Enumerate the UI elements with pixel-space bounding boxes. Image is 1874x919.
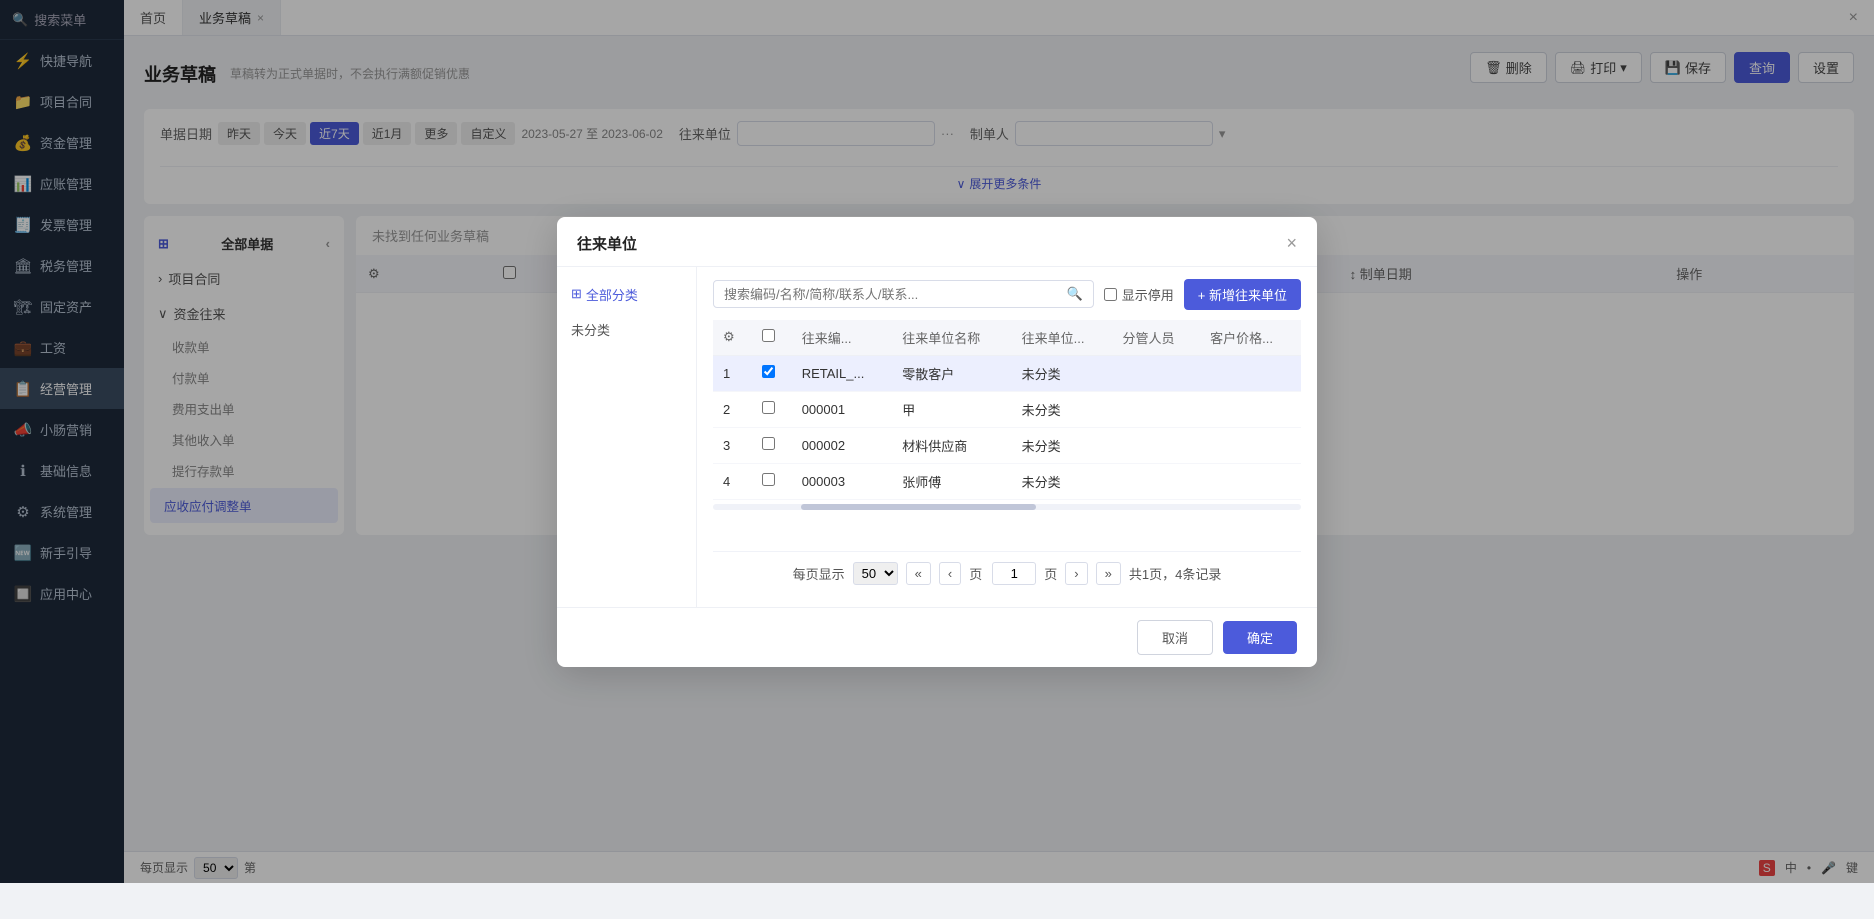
confirm-button[interactable]: 确定 (1223, 621, 1297, 654)
row-num: 4 (713, 463, 752, 499)
dlg-col-checkbox[interactable] (752, 320, 792, 356)
partner-dialog: 往来单位 × ⊞ 全部分类 未分类 🔍 (557, 217, 1317, 667)
dialog-toolbar: 🔍 显示停用 + 新增往来单位 (713, 279, 1301, 310)
row-name: 甲 (892, 391, 1011, 427)
row-num: 3 (713, 427, 752, 463)
dialog-table-wrap: ⚙ 往来编... 往来单位名称 往来单位... 分管人员 客户价格... 1 R… (713, 320, 1301, 551)
dialog-sidebar-uncategorized[interactable]: 未分类 (557, 312, 696, 347)
dlg-col-manager: 分管人员 (1112, 320, 1200, 356)
table-row[interactable]: 2 000001 甲 未分类 (713, 391, 1301, 427)
row-code: 000002 (792, 427, 893, 463)
cancel-button[interactable]: 取消 (1137, 620, 1213, 655)
row-name: 零散客户 (892, 355, 1011, 391)
row-price (1200, 463, 1301, 499)
dlg-col-category: 往来单位... (1012, 320, 1113, 356)
dialog-all-category[interactable]: ⊞ 全部分类 (557, 277, 696, 312)
row-price (1200, 355, 1301, 391)
row-category: 未分类 (1012, 463, 1113, 499)
search-icon: 🔍 (1067, 286, 1083, 302)
row-category: 未分类 (1012, 355, 1113, 391)
page-prev-btn[interactable]: ‹ (939, 562, 961, 585)
row-num: 2 (713, 391, 752, 427)
row-price (1200, 427, 1301, 463)
dialog-sidebar: ⊞ 全部分类 未分类 (557, 267, 697, 607)
dialog-overlay: 往来单位 × ⊞ 全部分类 未分类 🔍 (0, 0, 1874, 883)
row-name: 材料供应商 (892, 427, 1011, 463)
dialog-main: 🔍 显示停用 + 新增往来单位 ⚙ (697, 267, 1317, 607)
table-row[interactable]: 4 000003 张师傅 未分类 (713, 463, 1301, 499)
dlg-col-settings[interactable]: ⚙ (713, 320, 752, 356)
row-num: 1 (713, 355, 752, 391)
row-checkbox[interactable] (752, 427, 792, 463)
row-manager (1112, 391, 1200, 427)
dlg-col-price: 客户价格... (1200, 320, 1301, 356)
row-manager (1112, 427, 1200, 463)
row-checkbox[interactable] (752, 355, 792, 391)
row-checkbox[interactable] (752, 463, 792, 499)
dialog-title: 往来单位 (577, 233, 637, 254)
row-manager (1112, 355, 1200, 391)
dialog-header: 往来单位 × (557, 217, 1317, 267)
table-row[interactable]: 1 RETAIL_... 零散客户 未分类 (713, 355, 1301, 391)
table-row[interactable]: 3 000002 材料供应商 未分类 (713, 427, 1301, 463)
dialog-footer: 取消 确定 (557, 607, 1317, 667)
row-code: 000001 (792, 391, 893, 427)
row-code: 000003 (792, 463, 893, 499)
show-disabled-label[interactable]: 显示停用 (1104, 285, 1174, 304)
dialog-pagination: 每页显示 50 « ‹ 页 页 › » 共1页，4条记录 (713, 551, 1301, 595)
row-checkbox[interactable] (752, 391, 792, 427)
dialog-body: ⊞ 全部分类 未分类 🔍 显示停用 (557, 267, 1317, 607)
row-category: 未分类 (1012, 391, 1113, 427)
page-input[interactable] (992, 562, 1036, 585)
page-first-btn[interactable]: « (906, 562, 931, 585)
grid-icon-small: ⊞ (571, 286, 582, 302)
page-next-btn[interactable]: › (1065, 562, 1087, 585)
dialog-search-input[interactable] (724, 287, 1061, 302)
dialog-close-icon[interactable]: × (1286, 233, 1297, 254)
show-disabled-checkbox[interactable] (1104, 288, 1117, 301)
dialog-table: ⚙ 往来编... 往来单位名称 往来单位... 分管人员 客户价格... 1 R… (713, 320, 1301, 500)
dialog-search-box: 🔍 (713, 280, 1094, 308)
dlg-col-code: 往来编... (792, 320, 893, 356)
row-name: 张师傅 (892, 463, 1011, 499)
add-partner-button[interactable]: + 新增往来单位 (1184, 279, 1301, 310)
row-code: RETAIL_... (792, 355, 893, 391)
row-manager (1112, 463, 1200, 499)
dlg-col-name: 往来单位名称 (892, 320, 1011, 356)
row-category: 未分类 (1012, 427, 1113, 463)
per-page-select[interactable]: 50 (853, 562, 898, 585)
page-last-btn[interactable]: » (1096, 562, 1121, 585)
row-price (1200, 391, 1301, 427)
